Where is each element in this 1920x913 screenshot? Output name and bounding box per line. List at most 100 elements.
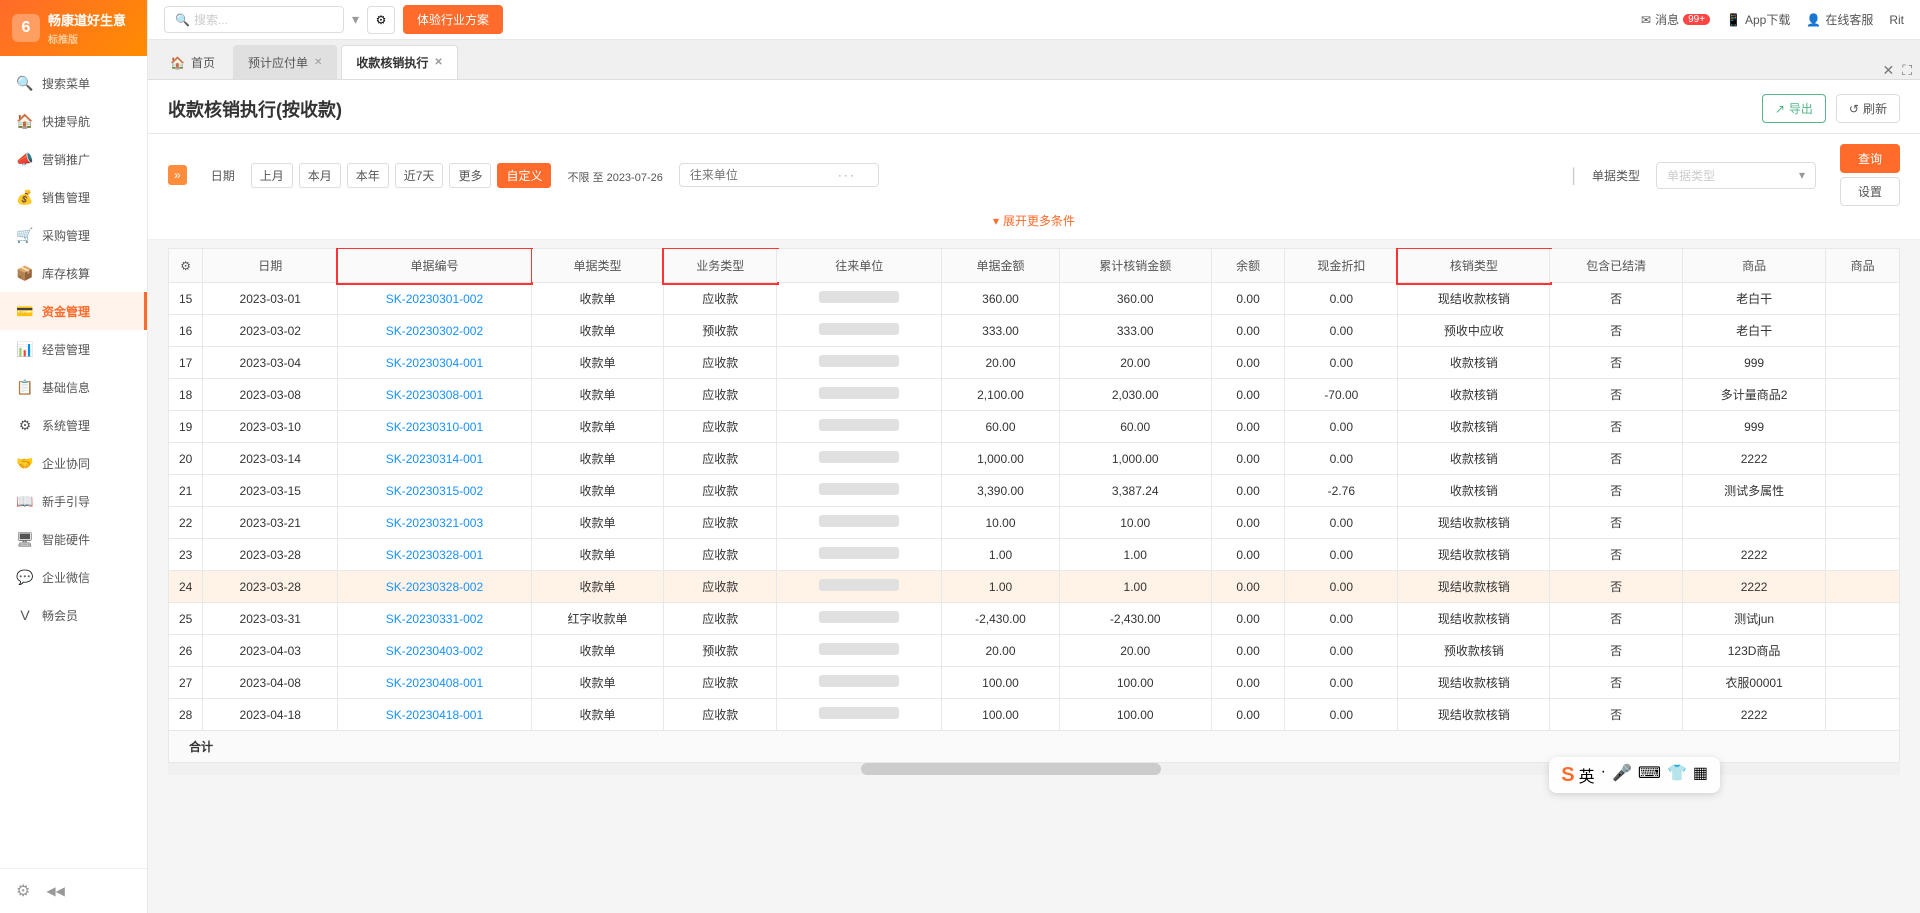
sidebar-item-guide[interactable]: 📖新手引导	[0, 482, 147, 520]
sidebar-item-basic[interactable]: 📋基础信息	[0, 368, 147, 406]
sidebar-item-quicknav[interactable]: 🏠快捷导航	[0, 102, 147, 140]
sidebar-item-marketing[interactable]: 📣营销推广	[0, 140, 147, 178]
order-no-link[interactable]: SK-20230408-001	[386, 676, 483, 690]
industry-btn[interactable]: 体验行业方案	[403, 5, 503, 34]
cell-included-settled: 否	[1550, 603, 1683, 635]
order-no-link[interactable]: SK-20230304-001	[386, 356, 483, 370]
cell-accumulated: 20.00	[1059, 635, 1211, 667]
order-no-link[interactable]: SK-20230403-002	[386, 644, 483, 658]
sidebar-item-search[interactable]: 🔍搜索菜单	[0, 64, 147, 102]
date-filter-label: 日期	[211, 167, 235, 184]
expand-filter-btn[interactable]: ▾ 展开更多条件	[168, 212, 1900, 229]
topbar-search-box[interactable]: 🔍 搜索...	[164, 6, 344, 33]
cell-amount: 360.00	[942, 283, 1059, 315]
scrollbar-thumb[interactable]	[861, 763, 1161, 775]
cell-biz-type: 应收款	[664, 475, 777, 507]
cell-included-settled: 否	[1550, 315, 1683, 347]
th-settings[interactable]: ⚙	[169, 249, 203, 283]
tab-receipt[interactable]: 收款核销执行 ✕	[341, 45, 457, 79]
sidebar-item-wechat[interactable]: 💬企业微信	[0, 558, 147, 596]
order-no-link[interactable]: SK-20230302-002	[386, 324, 483, 338]
sidebar-item-finance[interactable]: 💳资金管理	[0, 292, 147, 330]
cell-balance: 0.00	[1211, 379, 1285, 411]
order-no-link[interactable]: SK-20230315-002	[386, 484, 483, 498]
sidebar-item-system[interactable]: ⚙系统管理	[0, 406, 147, 444]
filter-collapse-btn[interactable]: »	[168, 165, 187, 185]
cell-date: 2023-03-31	[203, 603, 338, 635]
cell-product: 2222	[1682, 571, 1825, 603]
refresh-btn[interactable]: ↺ 刷新	[1836, 94, 1900, 123]
tab-prepay-close-icon[interactable]: ✕	[314, 57, 322, 68]
filter-this-year-btn[interactable]: 本年	[347, 163, 389, 188]
user-name[interactable]: Rit	[1889, 13, 1904, 27]
app-download-btn[interactable]: 📱 App下载	[1726, 11, 1790, 28]
search-placeholder: 搜索...	[194, 11, 228, 28]
sidebar-item-purchase[interactable]: 🛒采购管理	[0, 216, 147, 254]
expand-label: 展开更多条件	[1003, 212, 1075, 229]
sidebar-icon-basic: 📋	[16, 378, 34, 396]
dropdown-arrow-icon[interactable]: ▾	[352, 11, 359, 28]
tab-home[interactable]: 🏠 首页	[156, 46, 229, 79]
order-type-placeholder: 单据类型	[1667, 167, 1715, 184]
partner-filter-input[interactable]: ···	[679, 163, 879, 187]
cell-balance: 0.00	[1211, 411, 1285, 443]
tab-close-all-icon[interactable]: ✕	[1882, 62, 1894, 79]
sidebar-item-inventory[interactable]: 📦库存核算	[0, 254, 147, 292]
order-no-link[interactable]: SK-20230310-001	[386, 420, 483, 434]
topbar-gear-icon[interactable]: ⚙	[367, 6, 395, 34]
order-type-label: 单据类型	[1592, 167, 1640, 184]
sidebar-icon-hardware: 🖥	[16, 530, 34, 548]
cell-product2	[1826, 667, 1900, 699]
cell-date: 2023-04-18	[203, 699, 338, 731]
settings-small-btn[interactable]: 设置	[1840, 177, 1900, 206]
cell-product: 衣服00001	[1682, 667, 1825, 699]
partner-dots-icon: ···	[838, 168, 856, 182]
order-type-select[interactable]: 单据类型 ▾	[1656, 162, 1816, 189]
order-no-link[interactable]: SK-20230418-001	[386, 708, 483, 722]
filter-7days-btn[interactable]: 近7天	[395, 163, 444, 188]
filter-custom-btn[interactable]: 自定义	[497, 163, 551, 188]
cell-amount: -2,430.00	[942, 603, 1059, 635]
query-btn[interactable]: 查询	[1840, 144, 1900, 173]
order-no-link[interactable]: SK-20230308-001	[386, 388, 483, 402]
sidebar-label-member: 畅会员	[42, 607, 78, 624]
sidebar-label-sales: 销售管理	[42, 189, 90, 206]
tab-receipt-close-icon[interactable]: ✕	[434, 57, 442, 68]
order-no-link[interactable]: SK-20230321-003	[386, 516, 483, 530]
message-btn[interactable]: ✉ 消息 99+	[1641, 11, 1710, 28]
order-no-link[interactable]: SK-20230328-002	[386, 580, 483, 594]
tab-expand-icon[interactable]: ⛶	[1902, 62, 1912, 79]
th-product: 商品	[1682, 249, 1825, 283]
table-row: 21 2023-03-15 SK-20230315-002 收款单 应收款 3,…	[169, 475, 1900, 507]
partner-input[interactable]	[690, 168, 830, 182]
watermark-icon-3: 🎤	[1612, 763, 1632, 787]
cell-no: 19	[169, 411, 203, 443]
order-no-link[interactable]: SK-20230328-001	[386, 548, 483, 562]
sidebar-item-operation[interactable]: 📊经营管理	[0, 330, 147, 368]
export-btn[interactable]: ↗ 导出	[1762, 94, 1826, 123]
filter-prev-month-btn[interactable]: 上月	[251, 163, 293, 188]
cell-verify-type: 现结收款核销	[1398, 699, 1550, 731]
filter-this-month-btn[interactable]: 本月	[299, 163, 341, 188]
order-no-link[interactable]: SK-20230301-002	[386, 292, 483, 306]
table-row: 22 2023-03-21 SK-20230321-003 收款单 应收款 10…	[169, 507, 1900, 539]
tab-prepay[interactable]: 预计应付单 ✕	[233, 45, 337, 79]
cell-partner	[777, 635, 942, 667]
sidebar-item-member[interactable]: V畅会员	[0, 596, 147, 634]
order-no-link[interactable]: SK-20230331-002	[386, 612, 483, 626]
sidebar-item-sales[interactable]: 💰销售管理	[0, 178, 147, 216]
sidebar-collapse-icon[interactable]: ◀◀	[46, 884, 64, 898]
cell-product: 123D商品	[1682, 635, 1825, 667]
online-service-btn[interactable]: 👤 在线客服	[1806, 11, 1873, 28]
cell-partner	[777, 379, 942, 411]
order-no-link[interactable]: SK-20230314-001	[386, 452, 483, 466]
sidebar-item-corp[interactable]: 🤝企业协同	[0, 444, 147, 482]
filter-more-btn[interactable]: 更多	[449, 163, 491, 188]
refresh-icon: ↺	[1849, 102, 1859, 116]
cell-product2	[1826, 443, 1900, 475]
cell-no: 26	[169, 635, 203, 667]
cell-cash-discount: 0.00	[1285, 507, 1398, 539]
sidebar-settings-icon[interactable]: ⚙	[16, 881, 30, 901]
sidebar-item-hardware[interactable]: 🖥智能硬件	[0, 520, 147, 558]
cell-date: 2023-03-21	[203, 507, 338, 539]
